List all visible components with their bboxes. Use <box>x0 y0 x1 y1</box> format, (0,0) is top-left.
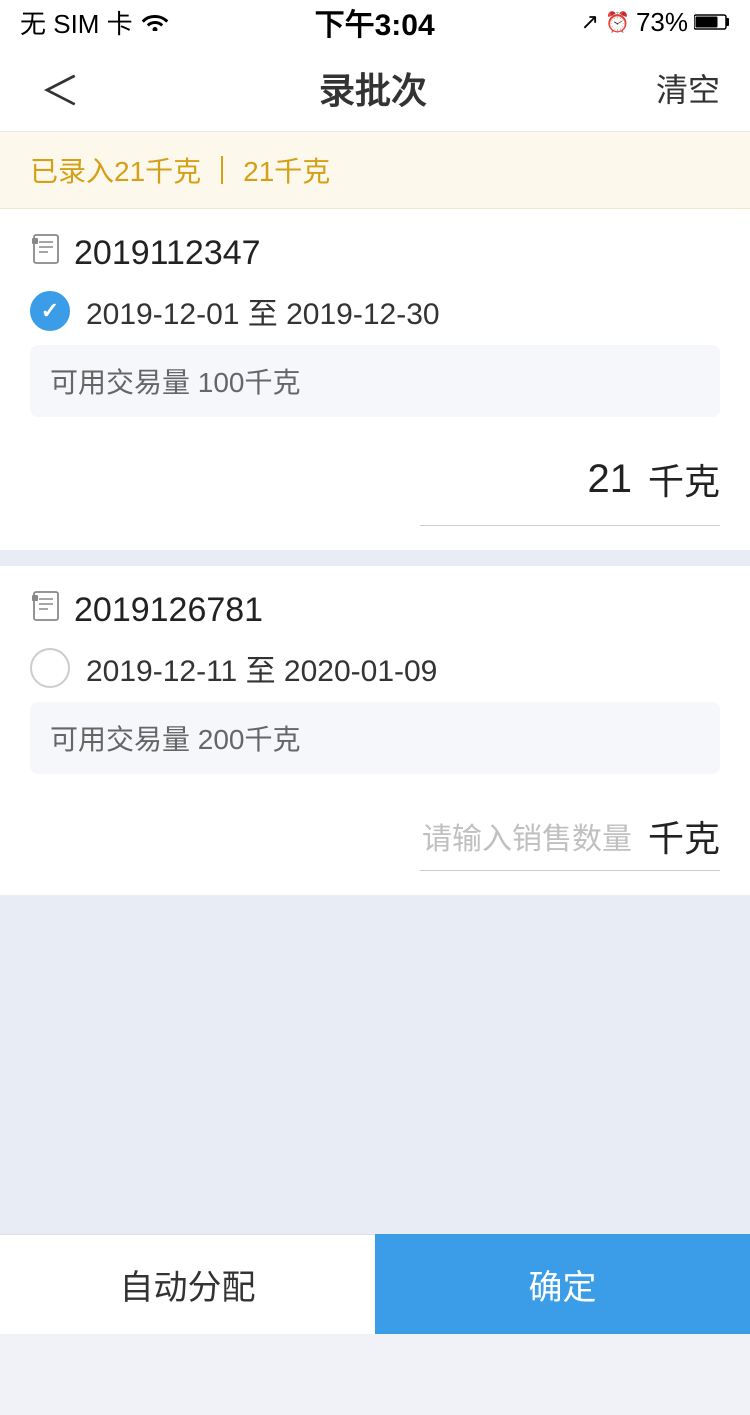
batch-1-amount-container: 21 千克 <box>0 437 750 550</box>
wifi-icon <box>141 7 169 38</box>
summary-label: 已录入21千克 <box>30 150 201 190</box>
location-icon: ↗ <box>581 9 599 35</box>
batch-1-header: 2019112347 <box>0 209 750 281</box>
batch-1-amount-value: 21 <box>587 457 632 502</box>
page-title: 录批次 <box>319 62 427 114</box>
batch-1-availability: 可用交易量 100千克 <box>30 345 720 417</box>
batch-1-icon <box>30 233 62 273</box>
batch-2-icon <box>30 590 62 630</box>
batch-2-availability: 可用交易量 200千克 <box>30 702 720 774</box>
carrier-text: 无 SIM 卡 <box>20 4 133 41</box>
batch-2-date: 2019-12-11 至 2020-01-09 <box>86 646 437 690</box>
batch-1-date-row[interactable]: 2019-12-01 至 2019-12-30 <box>0 281 750 345</box>
section-divider-1 <box>0 550 750 566</box>
status-left: 无 SIM 卡 <box>20 4 169 41</box>
batch-2-input-unit: 千克 <box>648 810 720 862</box>
batch-2-date-row[interactable]: 2019-12-11 至 2020-01-09 <box>0 638 750 702</box>
summary-value: 21千克 <box>243 150 330 190</box>
bottom-bar: 自动分配 确定 <box>0 1234 750 1334</box>
nav-bar: ＜ 录批次 清空 <box>0 44 750 132</box>
batch-2-amount-container: 请输入销售数量 千克 <box>0 794 750 895</box>
batch-item-1: 2019112347 2019-12-01 至 2019-12-30 可用交易量… <box>0 209 750 550</box>
batch-1-radio[interactable] <box>30 291 70 331</box>
batch-1-underline <box>420 525 720 526</box>
batch-1-underline-row <box>0 525 750 546</box>
battery-icon <box>694 7 730 38</box>
batch-1-amount-unit: 千克 <box>648 453 720 505</box>
batch-2-underline-row <box>0 870 750 891</box>
summary-banner: 已录入21千克 21千克 <box>0 132 750 209</box>
batch-2-input-placeholder: 请输入销售数量 <box>422 814 632 858</box>
batch-2-input-row[interactable]: 请输入销售数量 千克 <box>0 794 750 870</box>
batch-2-id: 2019126781 <box>74 591 263 630</box>
batch-item-2: 2019126781 2019-12-11 至 2020-01-09 可用交易量… <box>0 566 750 895</box>
batch-1-date: 2019-12-01 至 2019-12-30 <box>86 289 440 333</box>
clear-button[interactable]: 清空 <box>656 65 720 111</box>
batch-2-radio[interactable] <box>30 648 70 688</box>
batch-1-id: 2019112347 <box>74 234 261 273</box>
battery-text: 73% <box>636 7 688 38</box>
batch-2-header: 2019126781 <box>0 566 750 638</box>
back-button[interactable]: ＜ <box>30 49 90 127</box>
summary-divider <box>221 156 223 184</box>
auto-distribute-button[interactable]: 自动分配 <box>0 1234 375 1334</box>
status-bar: 无 SIM 卡 下午3:04 ↗ ⏰ 73% <box>0 0 750 44</box>
alarm-icon: ⏰ <box>605 10 630 35</box>
status-time: 下午3:04 <box>315 0 435 44</box>
batch-1-amount-row: 21 千克 <box>0 437 750 525</box>
status-right: ↗ ⏰ 73% <box>581 7 730 38</box>
batch-2-underline <box>420 870 720 871</box>
confirm-button[interactable]: 确定 <box>375 1234 750 1334</box>
